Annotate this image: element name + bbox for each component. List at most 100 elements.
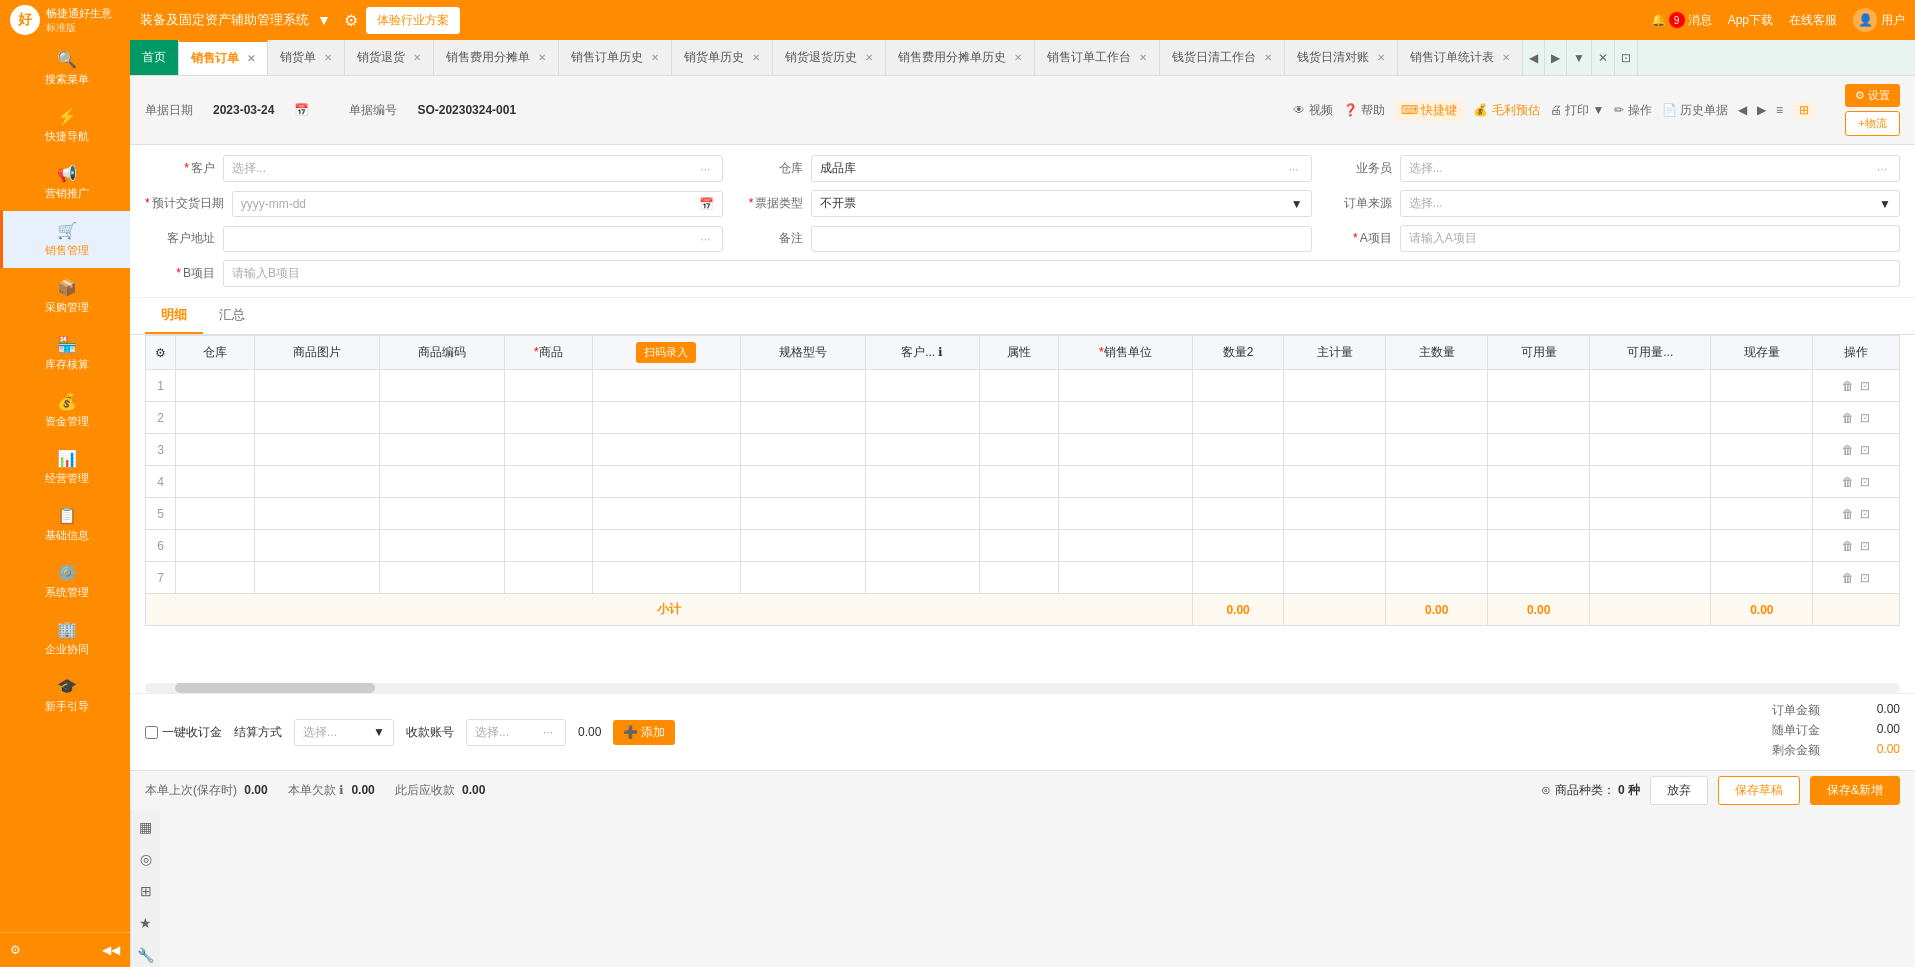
row-warehouse[interactable]	[176, 562, 255, 594]
ticket-select[interactable]: 不开票 ▼	[811, 190, 1311, 217]
row-unit[interactable]	[1058, 562, 1192, 594]
delivery-calendar-icon[interactable]: 📅	[699, 197, 714, 211]
row-copy-icon[interactable]: ⊡	[1860, 475, 1870, 489]
system-dropdown-icon[interactable]: ▼	[317, 12, 331, 28]
sidebar-item-quick[interactable]: ⚡ 快捷导航	[0, 97, 130, 154]
row-qty2[interactable]	[1192, 434, 1284, 466]
row-customer-num[interactable]	[865, 402, 979, 434]
row-unit[interactable]	[1058, 370, 1192, 402]
right-panel-icon-3[interactable]: ⊞	[134, 879, 158, 903]
row-product[interactable]	[504, 402, 592, 434]
row-qty2[interactable]	[1192, 562, 1284, 594]
sidebar-item-basic[interactable]: 📋 基础信息	[0, 496, 130, 553]
settings-icon[interactable]: ⚙	[344, 11, 358, 30]
row-warehouse[interactable]	[176, 530, 255, 562]
row-property[interactable]	[979, 498, 1058, 530]
sidebar-item-marketing[interactable]: 📢 营销推广	[0, 154, 130, 211]
tab-fee[interactable]: 销售费用分摊单 ✕	[434, 40, 559, 76]
help-btn[interactable]: ❓ 帮助	[1343, 102, 1385, 119]
settings-btn[interactable]: ⚙ 设置	[1845, 84, 1900, 107]
row-product[interactable]	[504, 530, 592, 562]
calendar-icon[interactable]: 📅	[294, 103, 309, 117]
tab-return[interactable]: 销货退货 ✕	[345, 40, 434, 76]
tab-daily-workbench[interactable]: 钱货日清工作台 ✕	[1160, 40, 1285, 76]
sidebar-item-system[interactable]: ⚙️ 系统管理	[0, 553, 130, 610]
print-btn[interactable]: 🖨 打印 ▼	[1550, 102, 1605, 119]
row-product[interactable]	[504, 562, 592, 594]
row-main-qty[interactable]	[1386, 370, 1488, 402]
row-product-code[interactable]	[379, 530, 504, 562]
warehouse-more-btn[interactable]: ···	[1285, 162, 1303, 176]
tab-close-fee-history[interactable]: ✕	[1014, 52, 1022, 63]
remark-input[interactable]	[811, 226, 1311, 252]
account-select[interactable]: 选择... ···	[466, 719, 566, 746]
tab-workbench[interactable]: 销售订单工作台 ✕	[1035, 40, 1160, 76]
row-delete-icon[interactable]: 🗑	[1842, 411, 1854, 425]
right-panel-icon-2[interactable]: ◎	[134, 847, 158, 871]
row-product-code[interactable]	[379, 498, 504, 530]
order-source-select[interactable]: 选择... ▼	[1400, 190, 1900, 217]
row-product-code[interactable]	[379, 434, 504, 466]
row-copy-icon[interactable]: ⊡	[1860, 571, 1870, 585]
sidebar-item-search[interactable]: 🔍 搜索菜单	[0, 40, 130, 97]
tab-close-workbench[interactable]: ✕	[1139, 52, 1147, 63]
row-customer-num[interactable]	[865, 466, 979, 498]
sidebar-item-inventory[interactable]: 🏪 库存核算	[0, 325, 130, 382]
tab-nav-expand[interactable]: ⊡	[1615, 40, 1638, 76]
scroll-area[interactable]	[145, 683, 1900, 693]
grid-view-btn[interactable]: ⊞	[1793, 101, 1815, 119]
row-customer-num[interactable]	[865, 434, 979, 466]
row-delete-icon[interactable]: 🗑	[1842, 507, 1854, 521]
customer-input[interactable]: 选择... ···	[223, 155, 723, 182]
row-qty2[interactable]	[1192, 402, 1284, 434]
pay-method-select[interactable]: 选择... ▼	[294, 719, 394, 746]
shortcut-btn[interactable]: ⌨ 快捷键	[1395, 100, 1463, 121]
tab-close-daily-reconcile[interactable]: ✕	[1377, 52, 1385, 63]
row-warehouse[interactable]	[176, 402, 255, 434]
row-delete-icon[interactable]: 🗑	[1842, 475, 1854, 489]
operate-btn[interactable]: ✏ 操作	[1614, 102, 1651, 119]
sidebar-item-sales[interactable]: 🛒 销售管理	[0, 211, 130, 268]
row-customer-num[interactable]	[865, 562, 979, 594]
tab-close-return[interactable]: ✕	[413, 52, 421, 63]
tab-nav-dropdown[interactable]: ▼	[1567, 40, 1592, 76]
save-new-btn[interactable]: 保存&新增	[1810, 776, 1900, 805]
row-spec[interactable]	[740, 434, 865, 466]
tab-sales-goods[interactable]: 销货单 ✕	[268, 40, 345, 76]
row-qty2[interactable]	[1192, 370, 1284, 402]
row-copy-icon[interactable]: ⊡	[1860, 443, 1870, 457]
address-input[interactable]: ···	[223, 226, 723, 252]
row-property[interactable]	[979, 562, 1058, 594]
row-qty2[interactable]	[1192, 466, 1284, 498]
user-avatar[interactable]: 👤 用户	[1853, 8, 1905, 32]
row-unit[interactable]	[1058, 402, 1192, 434]
row-product-code[interactable]	[379, 370, 504, 402]
sidebar-collapse-icon[interactable]: ◀◀	[102, 943, 120, 957]
tab-close-goods-history[interactable]: ✕	[752, 52, 760, 63]
tab-return-history[interactable]: 销货退货历史 ✕	[773, 40, 886, 76]
tab-fee-history[interactable]: 销售费用分摊单历史 ✕	[886, 40, 1035, 76]
row-unit[interactable]	[1058, 434, 1192, 466]
row-main-qty[interactable]	[1386, 402, 1488, 434]
row-spec[interactable]	[740, 402, 865, 434]
row-warehouse[interactable]	[176, 434, 255, 466]
row-copy-icon[interactable]: ⊡	[1860, 379, 1870, 393]
row-main-qty[interactable]	[1386, 562, 1488, 594]
quick-pay-input[interactable]	[145, 726, 158, 739]
row-main-qty[interactable]	[1386, 498, 1488, 530]
history-btn[interactable]: 📄 历史单据	[1662, 102, 1728, 119]
row-property[interactable]	[979, 370, 1058, 402]
row-warehouse[interactable]	[176, 370, 255, 402]
tab-nav-prev[interactable]: ◀	[1523, 40, 1545, 76]
tab-close-return-history[interactable]: ✕	[865, 52, 873, 63]
warehouse-input[interactable]: 成品库 ···	[811, 155, 1311, 182]
row-property[interactable]	[979, 530, 1058, 562]
sidebar-settings-icon[interactable]: ⚙	[10, 943, 21, 957]
logistics-btn[interactable]: +物流	[1845, 111, 1900, 136]
row-unit[interactable]	[1058, 530, 1192, 562]
tab-sales-order[interactable]: 销售订单 ✕	[179, 40, 268, 76]
tab-summary[interactable]: 汇总	[203, 298, 261, 334]
row-product[interactable]	[504, 370, 592, 402]
row-main-qty[interactable]	[1386, 466, 1488, 498]
tab-detail[interactable]: 明细	[145, 298, 203, 334]
